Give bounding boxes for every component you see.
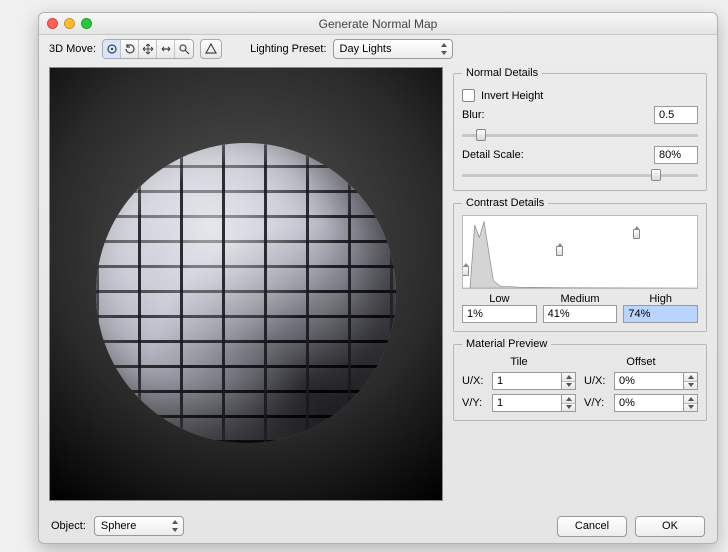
detail-scale-slider[interactable]: [462, 168, 698, 182]
step-up-icon[interactable]: [562, 395, 575, 404]
lighting-label: Lighting Preset:: [250, 43, 326, 55]
preview-viewport[interactable]: [49, 67, 443, 501]
invert-height-checkbox[interactable]: [462, 89, 475, 102]
medium-handle[interactable]: [556, 246, 563, 256]
high-label: High: [623, 293, 698, 305]
reset-view-icon[interactable]: [200, 39, 222, 59]
object-label: Object:: [51, 520, 86, 532]
high-handle[interactable]: [633, 229, 640, 239]
slider-thumb[interactable]: [651, 169, 661, 181]
low-handle[interactable]: [462, 266, 469, 276]
step-down-icon[interactable]: [562, 382, 575, 390]
roll-tool-icon[interactable]: [121, 40, 139, 58]
object-select[interactable]: Sphere: [94, 516, 184, 536]
offset-header: Offset: [584, 356, 698, 368]
offset-ux-stepper[interactable]: 0%: [614, 372, 698, 390]
step-up-icon[interactable]: [562, 373, 575, 382]
pan-tool-icon[interactable]: [139, 40, 157, 58]
material-preview-group: Material Preview Tile U/X: 1 V/Y:: [453, 338, 707, 421]
move-label: 3D Move:: [49, 43, 96, 55]
footer: Object: Sphere Cancel OK: [39, 509, 717, 543]
toolbar: 3D Move: Lighting Preset: Day Lights: [39, 35, 717, 63]
cancel-button[interactable]: Cancel: [557, 516, 627, 537]
settings-panel: Normal Details Invert Height Blur: 0.5: [453, 67, 707, 501]
orbit-tool-icon[interactable]: [103, 40, 121, 58]
high-input[interactable]: 74%: [623, 305, 698, 323]
histogram[interactable]: [462, 215, 698, 289]
tile-vy-label: V/Y:: [462, 397, 488, 409]
lighting-preset-select[interactable]: Day Lights: [333, 39, 453, 59]
low-label: Low: [462, 293, 537, 305]
chevron-updown-icon: [171, 519, 179, 533]
low-input[interactable]: 1%: [462, 305, 537, 323]
move-tool-group: [102, 39, 194, 59]
ok-button[interactable]: OK: [635, 516, 705, 537]
slider-thumb[interactable]: [476, 129, 486, 141]
chevron-updown-icon: [440, 42, 448, 56]
tile-vy-stepper[interactable]: 1: [492, 394, 576, 412]
titlebar: Generate Normal Map: [39, 13, 717, 35]
medium-label: Medium: [543, 293, 618, 305]
lighting-preset-value: Day Lights: [340, 43, 392, 55]
tile-ux-label: U/X:: [462, 375, 488, 387]
medium-input[interactable]: 41%: [543, 305, 618, 323]
normal-details-legend: Normal Details: [462, 67, 542, 79]
step-up-icon[interactable]: [684, 373, 697, 382]
tile-header: Tile: [462, 356, 576, 368]
step-down-icon[interactable]: [684, 404, 697, 412]
window-title: Generate Normal Map: [39, 17, 717, 31]
tile-ux-stepper[interactable]: 1: [492, 372, 576, 390]
zoom-tool-icon[interactable]: [175, 40, 193, 58]
object-value: Sphere: [101, 520, 136, 532]
step-down-icon[interactable]: [562, 404, 575, 412]
blur-input[interactable]: 0.5: [654, 106, 698, 124]
blur-slider[interactable]: [462, 128, 698, 142]
preview-sphere: [96, 143, 396, 443]
blur-label: Blur:: [462, 109, 532, 121]
contrast-details-group: Contrast Details Low 1% Medium: [453, 197, 707, 332]
slide-tool-icon[interactable]: [157, 40, 175, 58]
offset-ux-label: U/X:: [584, 375, 610, 387]
step-up-icon[interactable]: [684, 395, 697, 404]
contrast-details-legend: Contrast Details: [462, 197, 548, 209]
material-preview-legend: Material Preview: [462, 338, 551, 350]
dialog-window: Generate Normal Map 3D Move: Lighting Pr…: [38, 12, 718, 544]
invert-height-label: Invert Height: [481, 90, 543, 102]
detail-scale-label: Detail Scale:: [462, 149, 532, 161]
histogram-graph: [463, 216, 697, 288]
offset-vy-stepper[interactable]: 0%: [614, 394, 698, 412]
offset-vy-label: V/Y:: [584, 397, 610, 409]
detail-scale-input[interactable]: 80%: [654, 146, 698, 164]
normal-details-group: Normal Details Invert Height Blur: 0.5: [453, 67, 707, 191]
step-down-icon[interactable]: [684, 382, 697, 390]
